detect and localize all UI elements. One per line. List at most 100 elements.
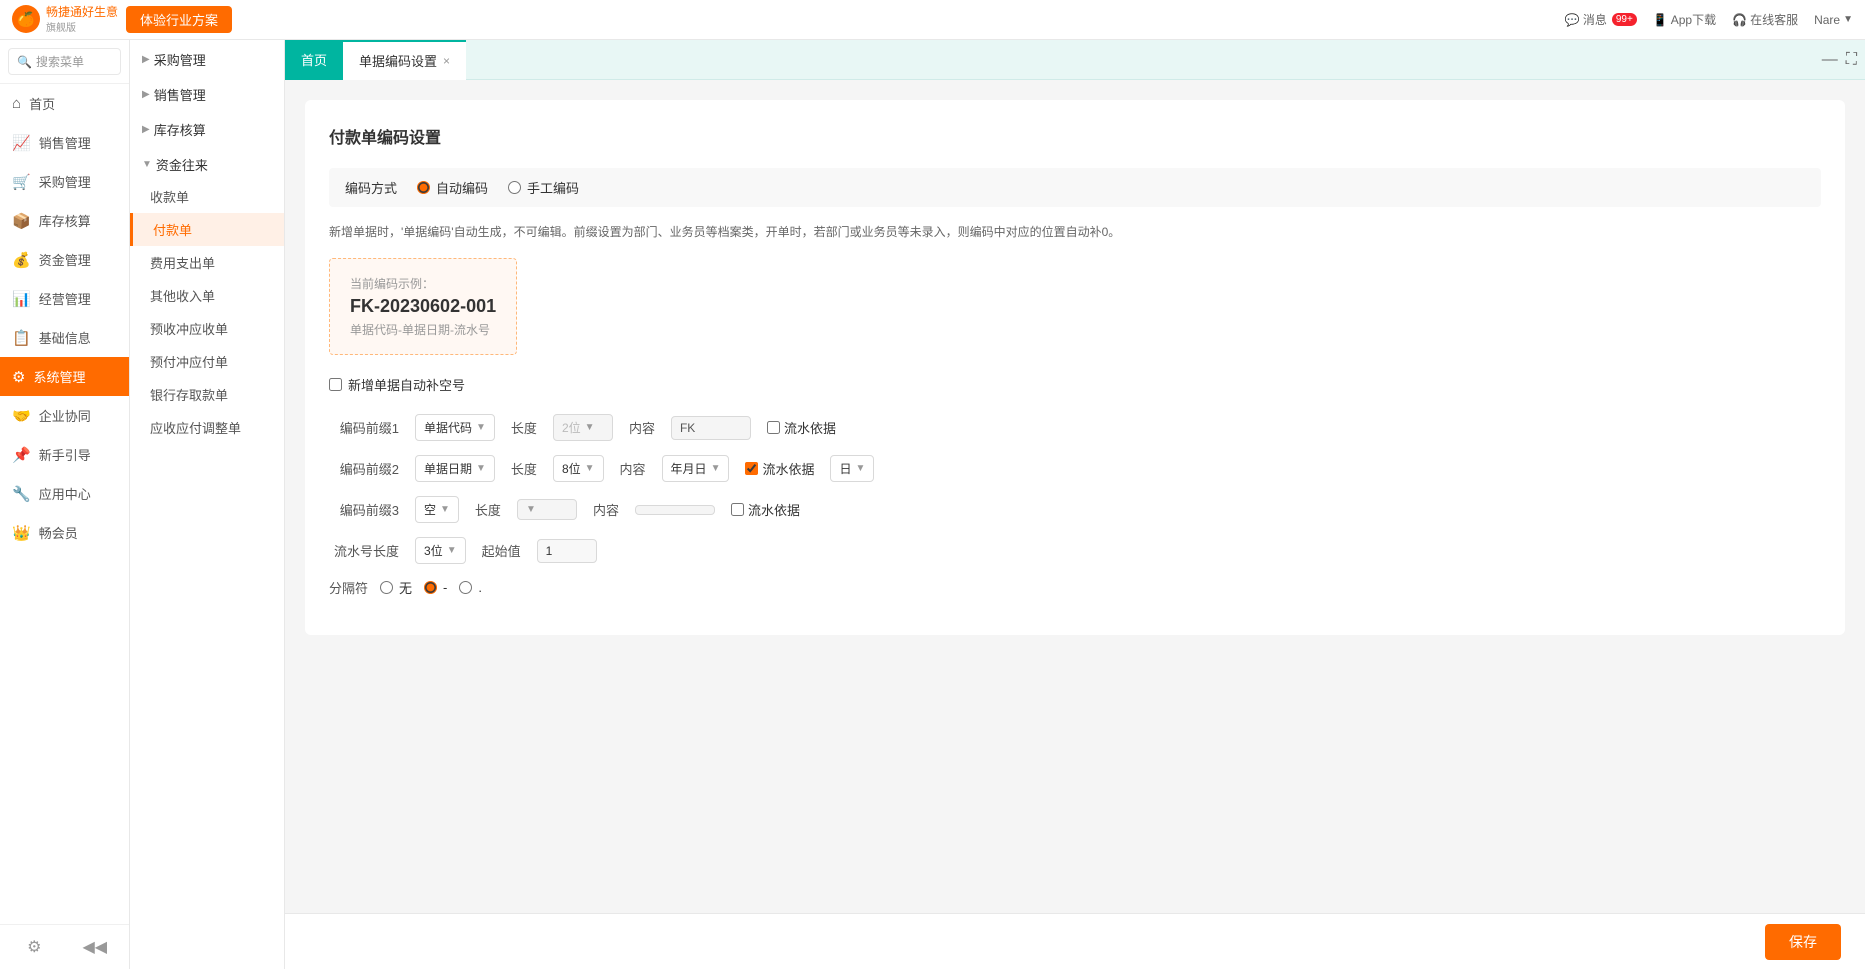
prefix2-content-label: 内容 xyxy=(620,459,646,478)
sidebar-item-sales[interactable]: 📈 销售管理 xyxy=(0,123,129,162)
sep-none-text: 无 xyxy=(399,578,412,597)
logo-sub: 旗舰版 xyxy=(46,19,118,34)
prefix3-content-label: 内容 xyxy=(593,500,619,519)
sec-item-expense[interactable]: 费用支出单 xyxy=(130,246,284,279)
sec-group-sales: ▶ 销售管理 xyxy=(130,75,284,110)
sec-group-purchase-header[interactable]: ▶ 采购管理 xyxy=(130,40,284,75)
settings-bottom-button[interactable]: ⚙ xyxy=(8,933,61,961)
prefix2-length-label: 长度 xyxy=(511,459,537,478)
sec-item-prepay-offset[interactable]: 预收冲应收单 xyxy=(130,312,284,345)
sidebar-item-finance[interactable]: 💰 资金管理 xyxy=(0,240,129,279)
prefix2-select[interactable]: 单据日期 ▼ xyxy=(415,455,495,482)
prefix2-serial-checkbox[interactable] xyxy=(745,462,758,475)
basic-icon: 📋 xyxy=(12,329,31,347)
sep-none-radio[interactable] xyxy=(380,581,393,594)
tab-close-icon[interactable]: × xyxy=(443,54,450,68)
prefix2-serial-label[interactable]: 流水依据 xyxy=(745,459,814,478)
collapse-sidebar-button[interactable]: ◀◀ xyxy=(69,933,122,961)
sec-group-purchase-label: 采购管理 xyxy=(154,50,206,69)
autofill-checkbox[interactable] xyxy=(329,378,342,391)
prefix2-length-select[interactable]: 8位 ▼ xyxy=(553,455,604,482)
sec-item-bank[interactable]: 银行存取款单 xyxy=(130,378,284,411)
sep-dot-radio[interactable] xyxy=(459,581,472,594)
sidebar-item-home[interactable]: ⌂ 首页 xyxy=(0,84,129,123)
auto-code-radio[interactable] xyxy=(417,181,430,194)
auto-code-radio-label[interactable]: 自动编码 xyxy=(417,178,488,197)
manual-code-radio-label[interactable]: 手工编码 xyxy=(508,178,579,197)
manual-code-radio[interactable] xyxy=(508,181,521,194)
prefix1-serial-label[interactable]: 流水依据 xyxy=(767,418,836,437)
prefix2-serial-unit-select[interactable]: 日 ▼ xyxy=(830,455,874,482)
sep-dash-radio[interactable] xyxy=(424,581,437,594)
start-value-input[interactable] xyxy=(537,539,597,563)
prefix1-chevron-icon: ▼ xyxy=(476,422,486,433)
sep-dash-label[interactable]: - xyxy=(424,580,447,595)
tab-home[interactable]: 首页 xyxy=(285,40,343,80)
sidebar-item-purchase[interactable]: 🛒 采购管理 xyxy=(0,162,129,201)
prefix2-content-select[interactable]: 年月日 ▼ xyxy=(662,455,730,482)
search-menu-label: 搜索菜单 xyxy=(36,53,84,70)
sidebar-item-purchase-label: 采购管理 xyxy=(39,172,91,191)
sidebar-item-appstore[interactable]: 🔧 应用中心 xyxy=(0,474,129,513)
prefix3-serial-checkbox[interactable] xyxy=(731,503,744,516)
sidebar-item-system[interactable]: ⚙ 系统管理 xyxy=(0,357,129,396)
sec-group-sales-header[interactable]: ▶ 销售管理 xyxy=(130,75,284,110)
search-menu-button[interactable]: 🔍 搜索菜单 xyxy=(8,48,121,75)
code-preview-value: FK-20230602-001 xyxy=(350,296,496,317)
sec-item-payment[interactable]: 付款单 xyxy=(130,213,284,246)
online-service-button[interactable]: 🎧 在线客服 xyxy=(1732,11,1798,28)
sidebar-item-guide[interactable]: 📌 新手引导 xyxy=(0,435,129,474)
sidebar-item-guide-label: 新手引导 xyxy=(39,445,91,464)
sec-group-finance-label: 资金往来 xyxy=(156,155,208,174)
sidebar-item-member[interactable]: 👑 畅会员 xyxy=(0,513,129,552)
prefix1-value: 单据代码 xyxy=(424,419,472,436)
prefix2-row: 编码前缀2 单据日期 ▼ 长度 8位 ▼ 内容 年月日 ▼ xyxy=(329,455,1821,482)
save-button[interactable]: 保存 xyxy=(1765,924,1841,960)
message-button[interactable]: 💬 消息 99+ xyxy=(1565,11,1637,28)
prefix3-row: 编码前缀3 空 ▼ 长度 ▼ 内容 流水依据 xyxy=(329,496,1821,523)
tab-fullscreen-button[interactable]: ⛶ xyxy=(1846,51,1857,69)
prefix3-serial-label[interactable]: 流水依据 xyxy=(731,500,800,519)
sidebar-item-enterprise[interactable]: 🤝 企业协同 xyxy=(0,396,129,435)
prefix2-label: 编码前缀2 xyxy=(329,459,399,478)
member-icon: 👑 xyxy=(12,524,31,542)
sec-group-inventory-header[interactable]: ▶ 库存核算 xyxy=(130,110,284,145)
coding-mode-row: 编码方式 自动编码 手工编码 xyxy=(329,168,1821,207)
home-icon: ⌂ xyxy=(12,95,21,112)
sec-group-finance: ▼ 资金往来 收款单 付款单 费用支出单 其他收入单 预收冲应收单 预付冲应付单… xyxy=(130,145,284,444)
sidebar-item-enterprise-label: 企业协同 xyxy=(39,406,91,425)
sep-none-label[interactable]: 无 xyxy=(380,578,412,597)
prefix2-serial-text: 流水依据 xyxy=(762,459,814,478)
prefix1-select[interactable]: 单据代码 ▼ xyxy=(415,414,495,441)
sidebar-item-basic[interactable]: 📋 基础信息 xyxy=(0,318,129,357)
sec-item-other-income[interactable]: 其他收入单 xyxy=(130,279,284,312)
prefix2-value: 单据日期 xyxy=(424,460,472,477)
sec-group-finance-header[interactable]: ▼ 资金往来 xyxy=(130,145,284,180)
code-preview-label: 当前编码示例： xyxy=(350,275,496,292)
user-menu[interactable]: Nare ▼ xyxy=(1814,13,1853,27)
prefix2-serial-unit-value: 日 xyxy=(839,460,851,477)
separator-label: 分隔符 xyxy=(329,578,368,597)
prefix3-select[interactable]: 空 ▼ xyxy=(415,496,459,523)
prefix1-serial-checkbox[interactable] xyxy=(767,421,780,434)
sec-item-adjust[interactable]: 应收应付调整单 xyxy=(130,411,284,444)
sec-item-receipt[interactable]: 收款单 xyxy=(130,180,284,213)
serial-length-select[interactable]: 3位 ▼ xyxy=(415,537,466,564)
trial-industry-button[interactable]: 体验行业方案 xyxy=(126,6,232,33)
sep-dot-label[interactable]: . xyxy=(459,580,482,595)
logo-text-group: 畅捷通好生意 旗舰版 xyxy=(46,5,118,34)
sidebar-item-operations[interactable]: 📊 经营管理 xyxy=(0,279,129,318)
sec-item-prepayment[interactable]: 预付冲应付单 xyxy=(130,345,284,378)
topbar-controls: 体验行业方案 xyxy=(126,6,232,33)
serial-length-value: 3位 xyxy=(424,542,443,559)
serial-length-label: 流水号长度 xyxy=(329,541,399,560)
app-download-button[interactable]: 📱 App下载 xyxy=(1653,11,1716,28)
chevron-right-icon2: ▶ xyxy=(142,89,150,100)
prefix2-chevron-icon: ▼ xyxy=(476,463,486,474)
description-text: 新增单据时，'单据编码'自动生成，不可编辑。前缀设置为部门、业务员等档案类，开单… xyxy=(329,223,1821,242)
tab-active[interactable]: 单据编码设置 × xyxy=(343,40,466,80)
prefix3-length-label: 长度 xyxy=(475,500,501,519)
sidebar-item-inventory[interactable]: 📦 库存核算 xyxy=(0,201,129,240)
tab-minimize-button[interactable]: — xyxy=(1822,51,1838,69)
prefix1-length-input: 2位 ▼ xyxy=(553,414,613,441)
